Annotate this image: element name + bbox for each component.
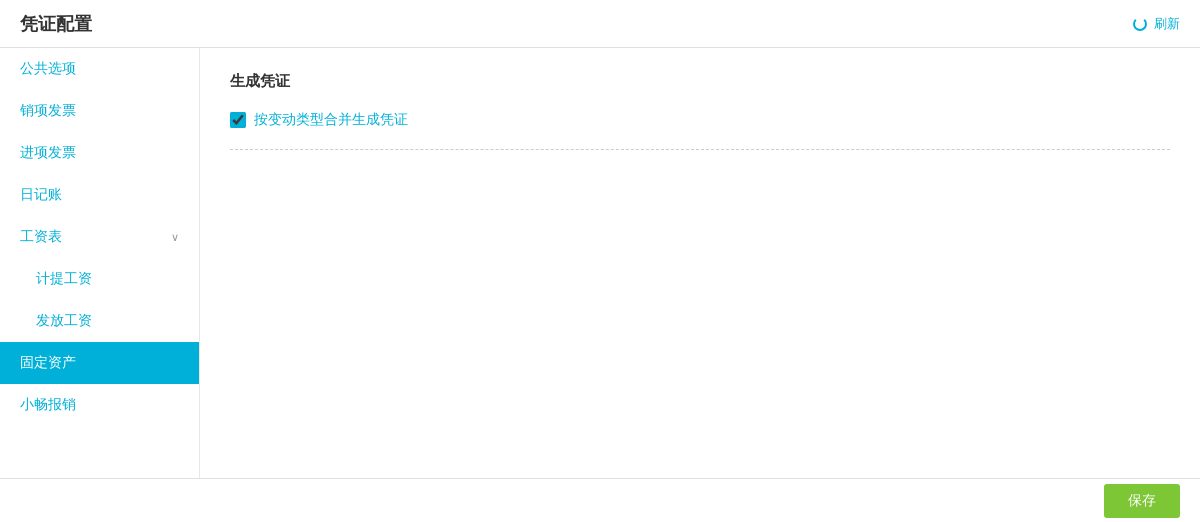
sidebar-item-payroll-table[interactable]: 工资表 ∨ — [0, 216, 199, 258]
merge-by-type-checkbox[interactable] — [230, 112, 246, 128]
sidebar: 公共选项 销项发票 进项发票 日记账 工资表 ∨ 计提工资 发放工资 固定资产 … — [0, 48, 200, 478]
refresh-label: 刷新 — [1154, 15, 1180, 33]
sidebar-item-calc-salary[interactable]: 计提工资 — [0, 258, 199, 300]
sidebar-item-label: 销项发票 — [20, 102, 76, 120]
refresh-icon — [1133, 17, 1147, 31]
sidebar-item-expense-report[interactable]: 小畅报销 — [0, 384, 199, 426]
sidebar-item-fixed-assets[interactable]: 固定资产 — [0, 342, 199, 384]
sidebar-item-purchase-invoice[interactable]: 进项发票 — [0, 132, 199, 174]
sidebar-item-label: 公共选项 — [20, 60, 76, 78]
page-footer: 保存 — [0, 478, 1200, 522]
checkbox-label[interactable]: 按变动类型合并生成凭证 — [254, 111, 408, 129]
main-layout: 公共选项 销项发票 进项发票 日记账 工资表 ∨ 计提工资 发放工资 固定资产 … — [0, 48, 1200, 478]
page-title: 凭证配置 — [20, 12, 92, 36]
content-area: 生成凭证 按变动类型合并生成凭证 — [200, 48, 1200, 478]
sidebar-item-journal[interactable]: 日记账 — [0, 174, 199, 216]
section-title: 生成凭证 — [230, 72, 1170, 91]
sidebar-item-label: 固定资产 — [20, 354, 76, 372]
page-header: 凭证配置 刷新 — [0, 0, 1200, 48]
sidebar-item-label: 小畅报销 — [20, 396, 76, 414]
sidebar-item-label: 日记账 — [20, 186, 62, 204]
save-button[interactable]: 保存 — [1104, 484, 1180, 518]
sidebar-item-public-options[interactable]: 公共选项 — [0, 48, 199, 90]
sidebar-item-sales-invoice[interactable]: 销项发票 — [0, 90, 199, 132]
sidebar-item-label: 进项发票 — [20, 144, 76, 162]
checkbox-row: 按变动类型合并生成凭证 — [230, 111, 1170, 129]
section-divider — [230, 149, 1170, 150]
sidebar-item-pay-salary[interactable]: 发放工资 — [0, 300, 199, 342]
sidebar-item-label: 工资表 — [20, 228, 62, 246]
sidebar-item-label: 计提工资 — [36, 270, 92, 288]
refresh-button[interactable]: 刷新 — [1133, 15, 1180, 33]
chevron-down-icon: ∨ — [171, 231, 179, 244]
sidebar-item-label: 发放工资 — [36, 312, 92, 330]
